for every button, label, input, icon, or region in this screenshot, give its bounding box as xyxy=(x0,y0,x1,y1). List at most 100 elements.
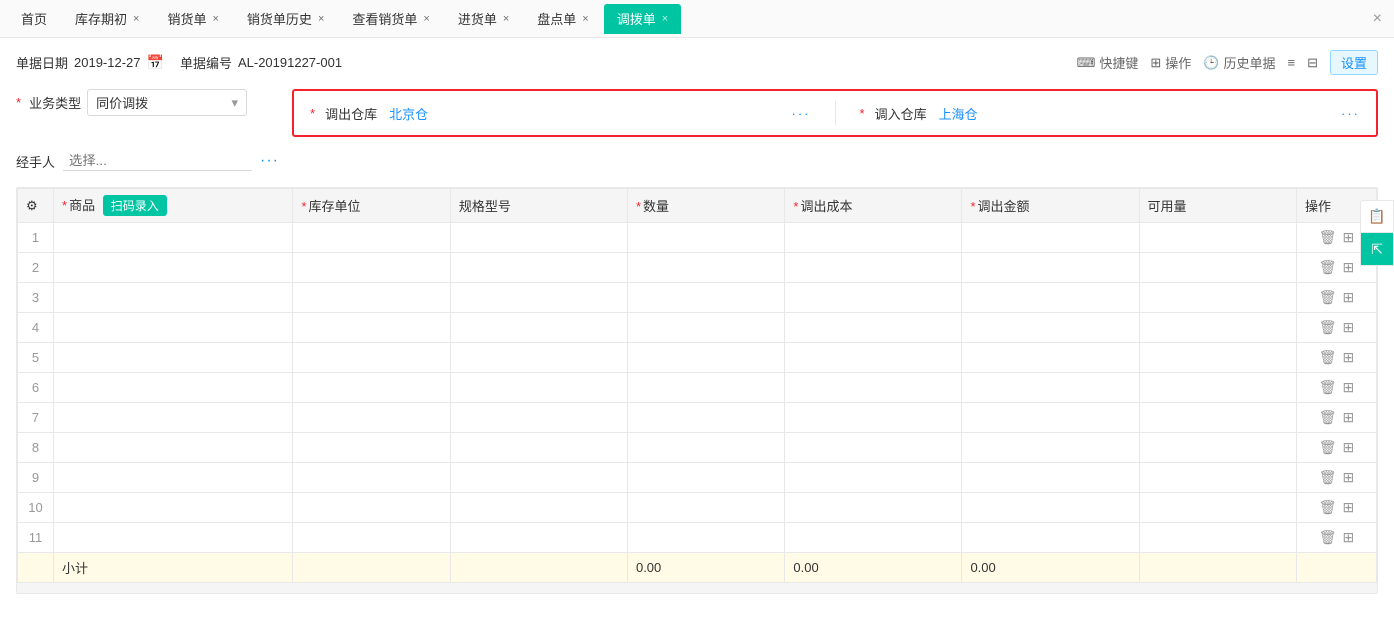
cell-goods[interactable] xyxy=(54,493,293,523)
cell-spec[interactable] xyxy=(450,403,627,433)
settings-button[interactable]: 设置 xyxy=(1330,50,1378,75)
cell-unit[interactable] xyxy=(293,463,450,493)
cell-cost[interactable] xyxy=(785,433,962,463)
cell-goods[interactable] xyxy=(54,313,293,343)
cell-cost[interactable] xyxy=(785,283,962,313)
cell-goods[interactable] xyxy=(54,253,293,283)
delete-icon[interactable]: 🗑 xyxy=(1319,469,1337,486)
tab-inventory-init[interactable]: 库存期初 × xyxy=(62,4,152,34)
tab-close-stocktake[interactable]: × xyxy=(582,13,588,25)
cell-cost[interactable] xyxy=(785,373,962,403)
cell-spec[interactable] xyxy=(450,283,627,313)
delete-icon[interactable]: 🗑 xyxy=(1319,499,1337,516)
cell-amount[interactable] xyxy=(962,283,1139,313)
delete-icon[interactable]: 🗑 xyxy=(1319,379,1337,396)
cell-qty[interactable] xyxy=(627,313,784,343)
cell-amount[interactable] xyxy=(962,223,1139,253)
cell-goods[interactable] xyxy=(54,523,293,553)
handler-more-btn[interactable]: ··· xyxy=(260,152,279,170)
cell-unit[interactable] xyxy=(293,313,450,343)
cell-qty[interactable] xyxy=(627,373,784,403)
right-doc-button[interactable]: 📋 xyxy=(1361,201,1393,233)
cell-amount[interactable] xyxy=(962,403,1139,433)
cell-amount[interactable] xyxy=(962,433,1139,463)
cell-spec[interactable] xyxy=(450,313,627,343)
tab-stocktake[interactable]: 盘点单 × xyxy=(524,4,601,34)
tab-close-transfer[interactable]: × xyxy=(662,13,668,25)
right-expand-button[interactable]: ⇱ xyxy=(1361,233,1393,265)
cell-qty[interactable] xyxy=(627,523,784,553)
cell-qty[interactable] xyxy=(627,463,784,493)
copy-icon[interactable]: ⊞ xyxy=(1343,229,1355,246)
cell-cost[interactable] xyxy=(785,523,962,553)
cell-cost[interactable] xyxy=(785,403,962,433)
copy-icon[interactable]: ⊞ xyxy=(1343,379,1355,396)
cell-goods[interactable] xyxy=(54,343,293,373)
cell-goods[interactable] xyxy=(54,373,293,403)
cell-unit[interactable] xyxy=(293,343,450,373)
cell-cost[interactable] xyxy=(785,313,962,343)
cell-goods[interactable] xyxy=(54,463,293,493)
close-all-tabs[interactable]: × xyxy=(1369,6,1386,32)
delete-icon[interactable]: 🗑 xyxy=(1319,529,1337,546)
cell-amount[interactable] xyxy=(962,493,1139,523)
cell-goods[interactable] xyxy=(54,283,293,313)
cell-unit[interactable] xyxy=(293,373,450,403)
cell-amount[interactable] xyxy=(962,253,1139,283)
delete-icon[interactable]: 🗑 xyxy=(1319,409,1337,426)
delete-icon[interactable]: 🗑 xyxy=(1319,439,1337,456)
cell-spec[interactable] xyxy=(450,343,627,373)
cell-qty[interactable] xyxy=(627,433,784,463)
cell-spec[interactable] xyxy=(450,373,627,403)
cell-unit[interactable] xyxy=(293,433,450,463)
cell-spec[interactable] xyxy=(450,253,627,283)
cell-spec[interactable] xyxy=(450,433,627,463)
tab-view-sales[interactable]: 查看销货单 × xyxy=(339,4,442,34)
tab-purchase[interactable]: 进货单 × xyxy=(445,4,522,34)
layout2-button[interactable]: ⊟ xyxy=(1307,55,1318,71)
cell-cost[interactable] xyxy=(785,493,962,523)
tab-transfer[interactable]: 调拨单 × xyxy=(604,4,681,34)
copy-icon[interactable]: ⊞ xyxy=(1343,439,1355,456)
copy-icon[interactable]: ⊞ xyxy=(1343,499,1355,516)
cell-amount[interactable] xyxy=(962,313,1139,343)
delete-icon[interactable]: 🗑 xyxy=(1319,289,1337,306)
table-scroll-container[interactable]: ⚙ *商品 扫码录入 *库存单位 规格型号 *数量 xyxy=(17,188,1377,583)
delete-icon[interactable]: 🗑 xyxy=(1319,229,1337,246)
cell-amount[interactable] xyxy=(962,463,1139,493)
copy-icon[interactable]: ⊞ xyxy=(1343,319,1355,336)
operations-button[interactable]: ⊞ 操作 xyxy=(1150,53,1191,72)
scan-entry-button[interactable]: 扫码录入 xyxy=(103,195,167,216)
tab-home[interactable]: 首页 xyxy=(8,4,60,34)
copy-icon[interactable]: ⊞ xyxy=(1343,529,1355,546)
history-button[interactable]: 🕒 历史单据 xyxy=(1203,53,1275,72)
cell-unit[interactable] xyxy=(293,223,450,253)
cell-cost[interactable] xyxy=(785,223,962,253)
tab-sales[interactable]: 销货单 × xyxy=(154,4,231,34)
doc-date-value[interactable]: 2019-12-27 xyxy=(74,55,141,70)
tab-sales-history[interactable]: 销货单历史 × xyxy=(234,4,337,34)
cell-cost[interactable] xyxy=(785,463,962,493)
copy-icon[interactable]: ⊞ xyxy=(1343,289,1355,306)
cell-spec[interactable] xyxy=(450,463,627,493)
calendar-icon[interactable]: 📅 xyxy=(147,54,164,71)
delete-icon[interactable]: 🗑 xyxy=(1319,259,1337,276)
cell-cost[interactable] xyxy=(785,343,962,373)
cell-goods[interactable] xyxy=(54,403,293,433)
cell-amount[interactable] xyxy=(962,523,1139,553)
cell-qty[interactable] xyxy=(627,493,784,523)
warehouse-out-value[interactable]: 北京仓 xyxy=(389,104,428,123)
cell-qty[interactable] xyxy=(627,343,784,373)
col-settings-header[interactable]: ⚙ xyxy=(18,189,54,223)
warehouse-in-value[interactable]: 上海仓 xyxy=(939,104,978,123)
cell-goods[interactable] xyxy=(54,223,293,253)
cell-unit[interactable] xyxy=(293,403,450,433)
warehouse-in-more-btn[interactable]: ··· xyxy=(1341,106,1360,121)
cell-qty[interactable] xyxy=(627,253,784,283)
tab-close-purchase[interactable]: × xyxy=(503,13,509,25)
cell-qty[interactable] xyxy=(627,403,784,433)
layout1-button[interactable]: ≡ xyxy=(1287,55,1295,70)
business-type-select[interactable]: 同价调拨 ▾ xyxy=(87,89,247,116)
warehouse-out-more-btn[interactable]: ··· xyxy=(792,106,811,121)
cell-cost[interactable] xyxy=(785,253,962,283)
